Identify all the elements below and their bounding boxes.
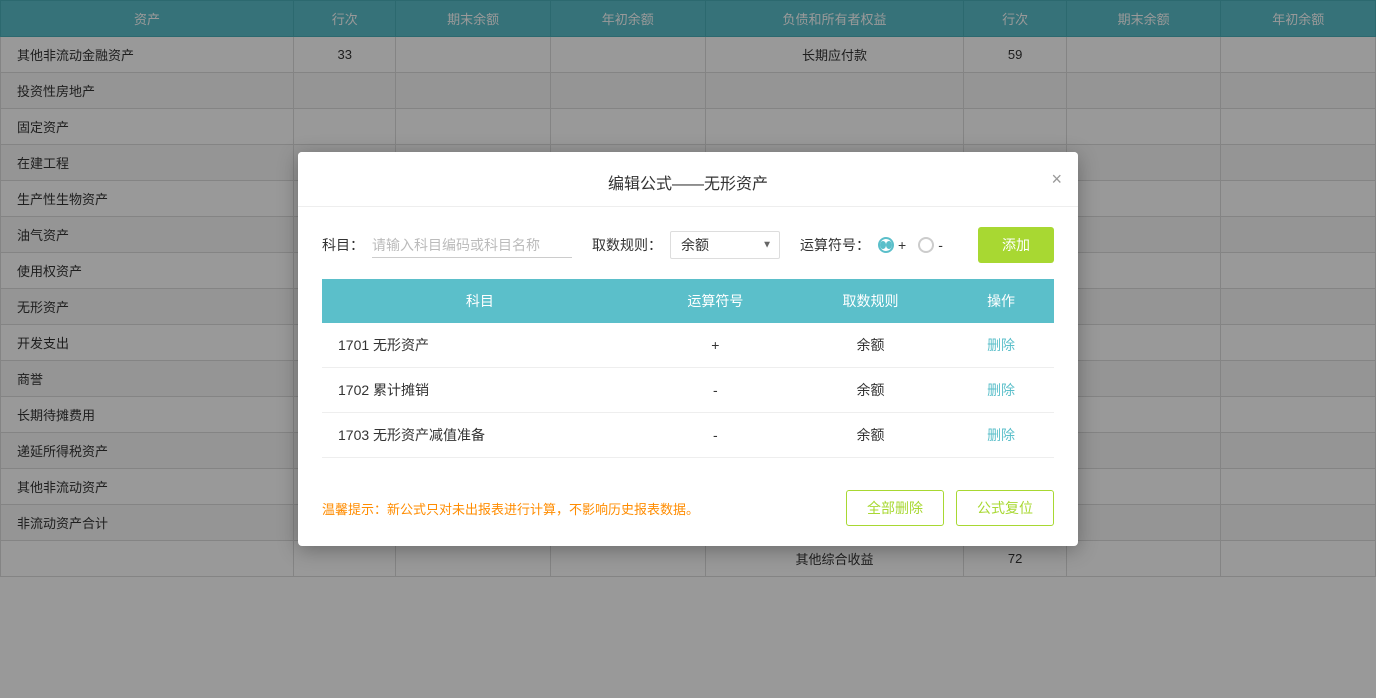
operator-label: 运算符号：	[800, 235, 870, 255]
radio-plus[interactable]: +	[878, 237, 906, 253]
data-table-wrapper: 科目 运算符号 取数规则 操作 1701 无形资产 + 余额 删除	[298, 279, 1078, 458]
radio-minus-label: -	[938, 237, 943, 253]
row2-rule: 余额	[793, 368, 948, 413]
row3-action: 删除	[948, 413, 1054, 458]
row1-action: 删除	[948, 323, 1054, 368]
row3-delete-link[interactable]: 删除	[987, 427, 1015, 443]
th-operator: 运算符号	[638, 279, 793, 323]
subject-input[interactable]	[372, 233, 572, 258]
th-action: 操作	[948, 279, 1054, 323]
table-row: 1702 累计摊销 - 余额 删除	[322, 368, 1054, 413]
table-row: 1703 无形资产减值准备 - 余额 删除	[322, 413, 1054, 458]
modal-title: 编辑公式——无形资产	[608, 176, 768, 193]
rule-select-wrapper: 余额 借方发生额 贷方发生额 期末余额 ▼	[670, 231, 780, 259]
row1-subject: 1701 无形资产	[322, 323, 638, 368]
form-row: 科目： 取数规则： 余额 借方发生额 贷方发生额 期末余额 ▼ 运算符号：	[298, 207, 1078, 279]
modal-close-button[interactable]: ×	[1051, 170, 1062, 188]
subject-group: 科目：	[322, 233, 572, 258]
th-subject: 科目	[322, 279, 638, 323]
modal-dialog: 编辑公式——无形资产 × 科目： 取数规则： 余额 借方发生额 贷方发生额 期末…	[298, 152, 1078, 546]
modal-header: 编辑公式——无形资产 ×	[298, 152, 1078, 207]
th-rule: 取数规则	[793, 279, 948, 323]
radio-plus-circle	[878, 237, 894, 253]
subject-label: 科目：	[322, 235, 364, 255]
row3-operator: -	[638, 413, 793, 458]
rule-label: 取数规则：	[592, 235, 662, 255]
row1-rule: 余额	[793, 323, 948, 368]
radio-minus-circle	[918, 237, 934, 253]
radio-group: + -	[878, 237, 943, 253]
row2-subject: 1702 累计摊销	[322, 368, 638, 413]
radio-plus-label: +	[898, 237, 906, 253]
modal-footer: 温馨提示：新公式只对未出报表进行计算，不影响历史报表数据。 全部删除 公式复位	[298, 474, 1078, 546]
table-header-row: 科目 运算符号 取数规则 操作	[322, 279, 1054, 323]
table-row: 1701 无形资产 + 余额 删除	[322, 323, 1054, 368]
row2-operator: -	[638, 368, 793, 413]
row2-action: 删除	[948, 368, 1054, 413]
radio-minus[interactable]: -	[918, 237, 943, 253]
footer-buttons: 全部删除 公式复位	[846, 490, 1054, 526]
reset-formula-button[interactable]: 公式复位	[956, 490, 1054, 526]
rule-select[interactable]: 余额 借方发生额 贷方发生额 期末余额	[670, 231, 780, 259]
delete-all-button[interactable]: 全部删除	[846, 490, 944, 526]
row1-delete-link[interactable]: 删除	[987, 337, 1015, 353]
row2-delete-link[interactable]: 删除	[987, 382, 1015, 398]
rule-group: 取数规则： 余额 借方发生额 贷方发生额 期末余额 ▼	[592, 231, 780, 259]
add-button[interactable]: 添加	[978, 227, 1054, 263]
row3-rule: 余额	[793, 413, 948, 458]
modal-overlay: 编辑公式——无形资产 × 科目： 取数规则： 余额 借方发生额 贷方发生额 期末…	[0, 0, 1376, 698]
row3-subject: 1703 无形资产减值准备	[322, 413, 638, 458]
operator-group: 运算符号： + -	[800, 235, 943, 255]
footer-tip: 温馨提示：新公式只对未出报表进行计算，不影响历史报表数据。	[322, 499, 699, 518]
row1-operator: +	[638, 323, 793, 368]
formula-table: 科目 运算符号 取数规则 操作 1701 无形资产 + 余额 删除	[322, 279, 1054, 458]
